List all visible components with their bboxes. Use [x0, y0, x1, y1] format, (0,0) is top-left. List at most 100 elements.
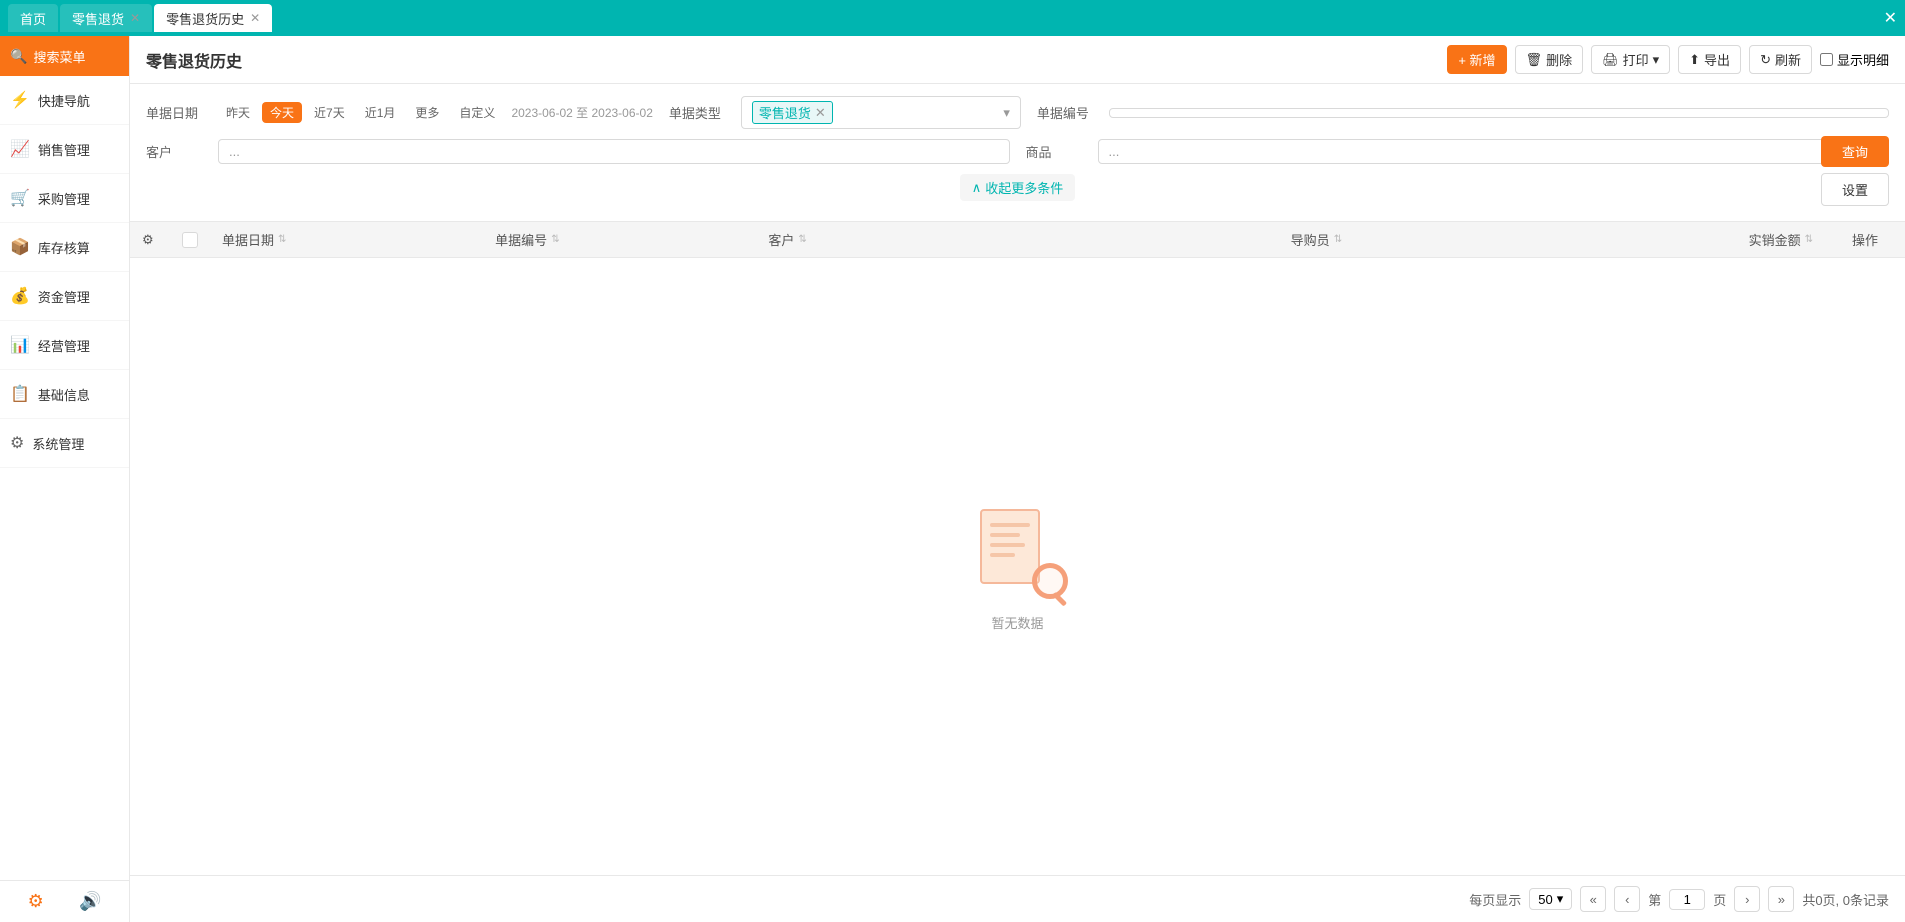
show-detail-input[interactable]	[1820, 53, 1833, 66]
th-no-label: 单据编号	[495, 230, 547, 249]
date-range-display: 2023-06-02 至 2023-06-02	[511, 104, 652, 121]
sidebar-item-system-label: 系统管理	[32, 434, 84, 453]
sidebar-item-system[interactable]: ⚙ 系统管理	[0, 419, 129, 468]
sidebar-item-basic-info-label: 基础信息	[38, 385, 90, 404]
query-button[interactable]: 查询	[1821, 136, 1889, 167]
date-btn-1month[interactable]: 近1月	[357, 102, 404, 123]
per-page-label: 每页显示	[1469, 890, 1521, 909]
doc-body	[980, 509, 1040, 584]
goods-placeholder: ...	[1109, 144, 1120, 159]
next-page-button[interactable]: ›	[1734, 886, 1760, 912]
filter-row-2: 客户 ... 商品 ...	[146, 139, 1889, 164]
last-page-button[interactable]: »	[1768, 886, 1794, 912]
header-actions: + 新增 🗑 删除 🖨 打印 ▾ ⬆ 导出 ↻ 刷新	[1447, 45, 1889, 74]
goods-filter-label: 商品	[1026, 142, 1082, 161]
finance-icon: 💰	[10, 286, 30, 306]
th-customer-sort-icon: ⇅	[798, 234, 806, 245]
settings-icon[interactable]: ⚙	[28, 891, 44, 912]
refresh-button[interactable]: ↻ 刷新	[1749, 45, 1812, 74]
content-area: 零售退货历史 + 新增 🗑 删除 🖨 打印 ▾ ⬆ 导出	[130, 36, 1905, 922]
doc-no-filter-label: 单据编号	[1037, 103, 1093, 122]
sidebar-item-finance-label: 资金管理	[38, 287, 90, 306]
type-filter-select[interactable]: 零售退货 ✕ ▾	[741, 96, 1021, 129]
th-customer[interactable]: 客户 ⇅	[756, 230, 1278, 249]
tab-retail-return-history-label: 零售退货历史	[166, 9, 244, 28]
window-close-button[interactable]: ✕	[1884, 8, 1897, 28]
th-guide[interactable]: 导购员 ⇅	[1279, 230, 1552, 249]
sidebar-item-sales[interactable]: 📈 销售管理	[0, 125, 129, 174]
tab-retail-return-history-close[interactable]: ✕	[250, 11, 260, 25]
pagination-bar: 每页显示 50 ▾ « ‹ 第 页 › »	[130, 875, 1905, 922]
print-button-label: 打印	[1623, 50, 1649, 69]
export-button[interactable]: ⬆ 导出	[1678, 45, 1741, 74]
date-btn-yesterday[interactable]: 昨天	[218, 102, 258, 123]
date-btn-custom[interactable]: 自定义	[451, 102, 503, 123]
type-tag-close[interactable]: ✕	[815, 105, 826, 121]
sidebar-item-operations[interactable]: 📊 经营管理	[0, 321, 129, 370]
sidebar-item-purchase[interactable]: 🛒 采购管理	[0, 174, 129, 223]
date-filter-label: 单据日期	[146, 103, 202, 122]
sidebar-item-quick-nav-label: 快捷导航	[38, 91, 90, 110]
delete-icon: 🗑	[1526, 52, 1543, 68]
tab-retail-return-close[interactable]: ✕	[130, 11, 140, 25]
sidebar-item-quick-nav[interactable]: ⚡ 快捷导航	[0, 76, 129, 125]
sidebar-item-basic-info[interactable]: 📋 基础信息	[0, 370, 129, 419]
collapse-up-icon: ∧	[972, 180, 982, 196]
next-page-icon: ›	[1745, 892, 1749, 907]
sidebar-search-label: 搜索菜单	[33, 47, 85, 66]
last-page-icon: »	[1778, 892, 1785, 907]
search-icon: 🔍	[10, 48, 27, 65]
table-header: ⚙ 单据日期 ⇅ 单据编号 ⇅ 客户 ⇅ 导购员	[130, 222, 1905, 258]
tab-home[interactable]: 首页	[8, 4, 58, 32]
first-page-button[interactable]: «	[1580, 886, 1606, 912]
customer-placeholder: ...	[229, 144, 240, 159]
gear-settings-icon[interactable]: ⚙	[142, 232, 154, 248]
th-no-sort-icon: ⇅	[551, 234, 559, 245]
sidebar-bottom: ⚙ 🔊	[0, 880, 129, 922]
tab-home-label: 首页	[20, 9, 46, 28]
tab-retail-return-history[interactable]: 零售退货历史 ✕	[154, 4, 272, 32]
collapse-button-label: 收起更多条件	[985, 178, 1063, 197]
total-info: 共0页, 0条记录	[1802, 890, 1889, 909]
page-input[interactable]	[1669, 889, 1705, 910]
tab-retail-return[interactable]: 零售退货 ✕	[60, 4, 152, 32]
goods-filter-input[interactable]: ...	[1098, 139, 1890, 164]
th-amount[interactable]: 实销金额 ⇅	[1552, 230, 1825, 249]
settings-button[interactable]: 设置	[1821, 173, 1889, 206]
th-amount-sort-icon: ⇅	[1805, 234, 1813, 245]
per-page-value: 50	[1538, 892, 1552, 907]
tab-retail-return-label: 零售退货	[72, 9, 124, 28]
date-btn-7days[interactable]: 近7天	[306, 102, 353, 123]
sidebar-item-finance[interactable]: 💰 资金管理	[0, 272, 129, 321]
sidebar-item-inventory-label: 库存核算	[38, 238, 90, 257]
doc-no-input[interactable]	[1109, 108, 1889, 118]
delete-button[interactable]: 🗑 删除	[1515, 45, 1584, 74]
date-btn-more[interactable]: 更多	[407, 102, 447, 123]
sidebar-item-operations-label: 经营管理	[38, 336, 90, 355]
top-tab-bar: 首页 零售退货 ✕ 零售退货历史 ✕ ✕	[0, 0, 1905, 36]
th-action-label: 操作	[1852, 230, 1878, 249]
prev-page-button[interactable]: ‹	[1614, 886, 1640, 912]
th-checkbox[interactable]	[170, 232, 210, 248]
print-button[interactable]: 🖨 打印 ▾	[1591, 45, 1670, 74]
th-gear[interactable]: ⚙	[130, 232, 170, 248]
collapse-button[interactable]: ∧ 收起更多条件	[960, 174, 1076, 201]
show-detail-checkbox[interactable]: 显示明细	[1820, 50, 1889, 69]
th-no[interactable]: 单据编号 ⇅	[483, 230, 756, 249]
export-icon: ⬆	[1689, 52, 1700, 68]
date-btn-today[interactable]: 今天	[262, 102, 302, 123]
sidebar-item-inventory[interactable]: 📦 库存核算	[0, 223, 129, 272]
empty-illustration	[968, 501, 1068, 601]
sidebar-search[interactable]: 🔍 搜索菜单	[0, 36, 129, 76]
new-button[interactable]: + 新增	[1447, 45, 1506, 74]
select-all-checkbox[interactable]	[182, 232, 198, 248]
per-page-select[interactable]: 50 ▾	[1529, 888, 1572, 910]
th-date[interactable]: 单据日期 ⇅	[210, 230, 483, 249]
th-guide-sort-icon: ⇅	[1334, 234, 1342, 245]
audio-icon[interactable]: 🔊	[79, 891, 101, 912]
page-header: 零售退货历史 + 新增 🗑 删除 🖨 打印 ▾ ⬆ 导出	[130, 36, 1905, 84]
print-icon: 🖨	[1602, 52, 1619, 68]
magnifier-circle	[1032, 563, 1068, 599]
customer-filter-input[interactable]: ...	[218, 139, 1010, 164]
new-button-label: + 新增	[1458, 50, 1495, 69]
